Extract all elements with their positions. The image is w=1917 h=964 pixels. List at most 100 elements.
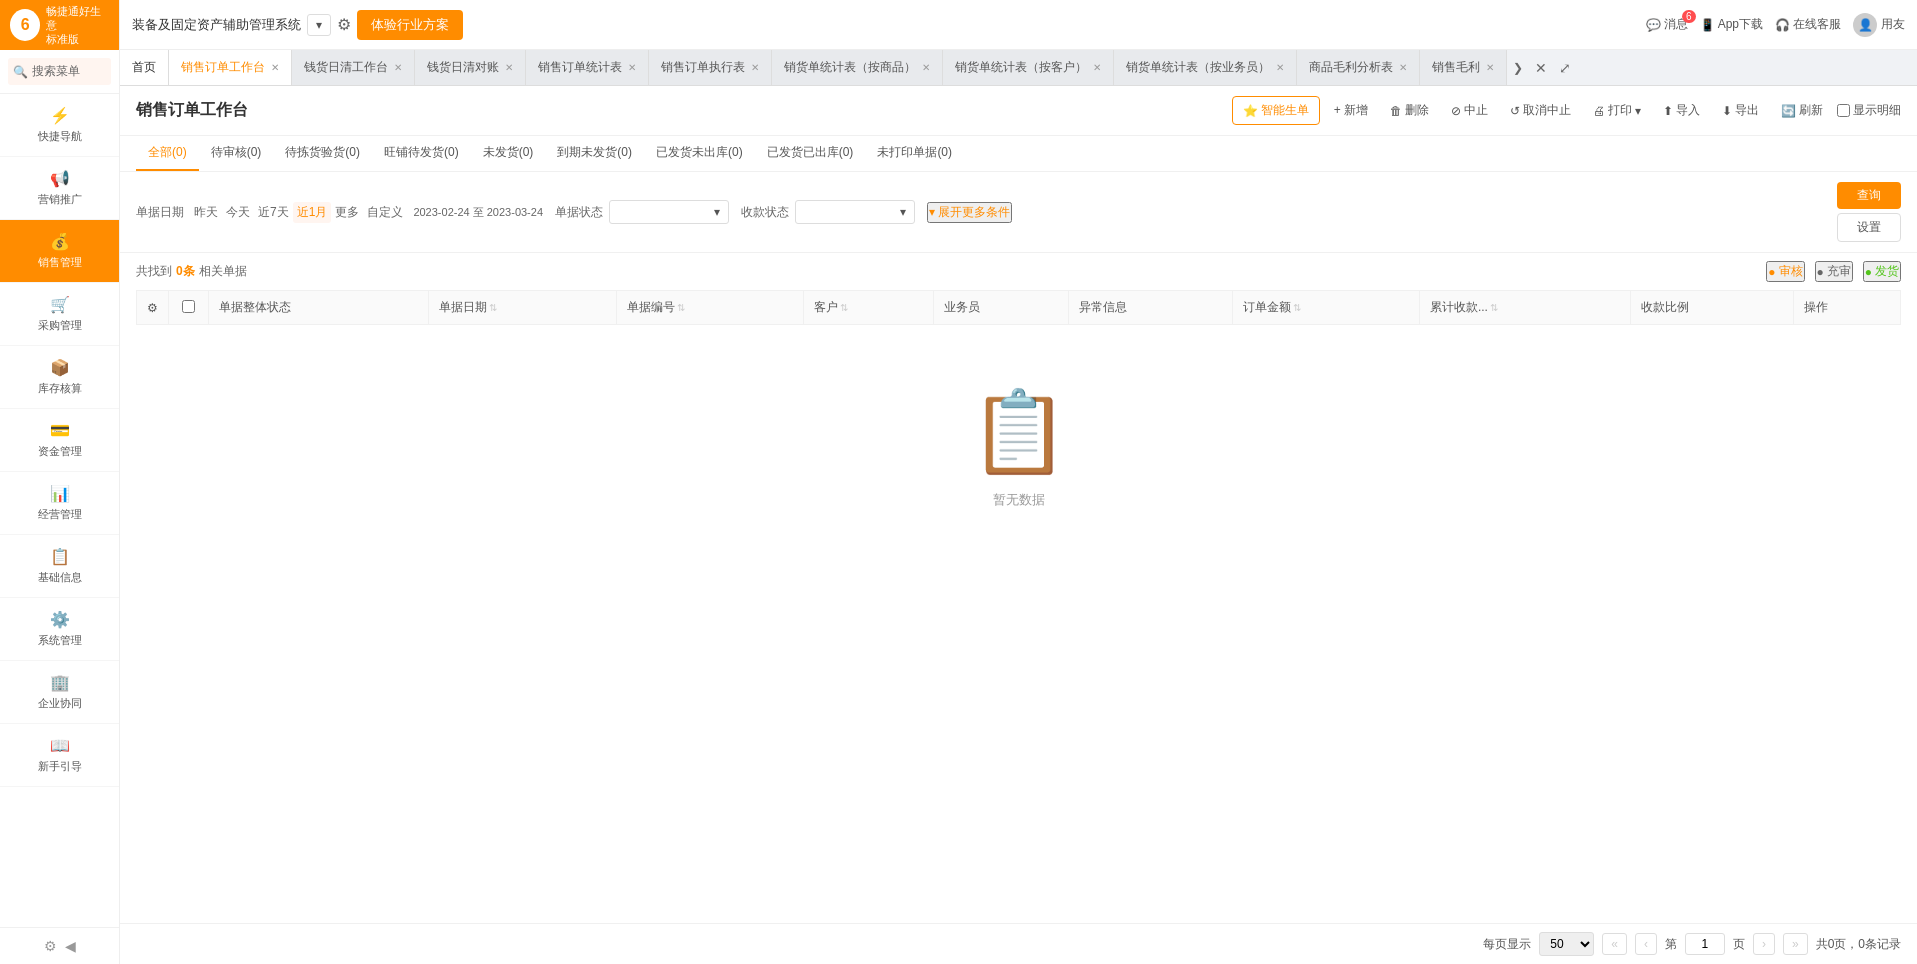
sidebar-item-guide[interactable]: 📖新手引导 xyxy=(0,724,119,787)
sub-tab-shipped-not-out[interactable]: 已发货未出库(0) xyxy=(644,136,755,171)
sub-tab-label-wangpu-pending: 旺铺待发货(0) xyxy=(384,145,459,159)
tab-close-sales-stat[interactable]: ✕ xyxy=(628,62,636,73)
date-option-近1月[interactable]: 近1月 xyxy=(293,202,332,223)
cancel-suspend-button[interactable]: ↺ 取消中止 xyxy=(1502,98,1579,123)
user-info[interactable]: 👤 用友 xyxy=(1853,13,1905,37)
tab-sales-stat-customer[interactable]: 销货单统计表（按客户）✕ xyxy=(943,50,1114,86)
sidebar-item-base[interactable]: 📋基础信息 xyxy=(0,535,119,598)
tab-sales-stat[interactable]: 销售订单统计表✕ xyxy=(526,50,649,86)
tab-sales-exec[interactable]: 销售订单执行表 ✕ xyxy=(649,50,772,86)
tabs-close-all-button[interactable]: ✕ xyxy=(1529,60,1553,76)
message-action[interactable]: 💬 消息 6 xyxy=(1646,16,1688,33)
expand-filter-button[interactable]: ▾ 展开更多条件 xyxy=(927,202,1012,223)
tab-sales-gain[interactable]: 销售毛利✕ xyxy=(1420,50,1507,86)
payment-select[interactable]: ▾ xyxy=(795,200,915,224)
sub-tab-not-shipped[interactable]: 未发货(0) xyxy=(471,136,546,171)
page-size-select[interactable]: 50 10 20 100 xyxy=(1539,932,1594,956)
industry-button[interactable]: 体验行业方案 xyxy=(357,10,463,40)
sidebar-item-inventory[interactable]: 📦库存核算 xyxy=(0,346,119,409)
revoke-button[interactable]: ● 充审 xyxy=(1815,261,1853,282)
sub-tab-wangpu-pending[interactable]: 旺铺待发货(0) xyxy=(372,136,471,171)
sidebar-item-purchase[interactable]: 🛒采购管理 xyxy=(0,283,119,346)
sidebar-item-system[interactable]: ⚙️系统管理 xyxy=(0,598,119,661)
online-service-action[interactable]: 🎧 在线客服 xyxy=(1775,16,1841,33)
tab-cash-daily[interactable]: 钱货日清工作台✕ xyxy=(292,50,415,86)
sub-tab-pending-review[interactable]: 待审核(0) xyxy=(199,136,274,171)
tab-close-sales-gain[interactable]: ✕ xyxy=(1486,62,1494,73)
tabs-expand-button[interactable]: ⤢ xyxy=(1553,60,1577,76)
import-button[interactable]: ⬆ 导入 xyxy=(1655,98,1708,123)
tab-close-cash-daily[interactable]: ✕ xyxy=(394,62,402,73)
tab-label-sales-exec: 销售订单执行表 xyxy=(661,59,745,76)
nav-label-sales: 销售管理 xyxy=(38,255,82,270)
sidebar-item-sales[interactable]: 💰销售管理 xyxy=(0,220,119,283)
system-dropdown-button[interactable]: ▾ xyxy=(307,14,331,36)
send-button[interactable]: ● 发货 xyxy=(1863,261,1901,282)
sidebar-item-enterprise[interactable]: 🏢企业协同 xyxy=(0,661,119,724)
refresh-button[interactable]: 🔄 刷新 xyxy=(1773,98,1831,123)
export-button[interactable]: ⬇ 导出 xyxy=(1714,98,1767,123)
nav-label-guide: 新手引导 xyxy=(38,759,82,774)
tab-close-cash-reconcile[interactable]: ✕ xyxy=(505,62,513,73)
show-detail-checkbox[interactable]: 显示明细 xyxy=(1837,102,1901,119)
date-option-今天[interactable]: 今天 xyxy=(222,202,254,223)
date-option-更多[interactable]: 更多 xyxy=(331,202,363,223)
sidebar-item-operations[interactable]: 📊经营管理 xyxy=(0,472,119,535)
search-menu-button[interactable]: 🔍 搜索菜单 xyxy=(8,58,111,85)
tab-close-sales-stat-customer[interactable]: ✕ xyxy=(1093,62,1101,73)
settings-icon-button[interactable]: ⚙ xyxy=(44,938,57,954)
date-sort-icon[interactable]: ⇅ xyxy=(489,302,497,313)
sub-tab-not-printed[interactable]: 未打印单据(0) xyxy=(865,136,964,171)
prev-page-button[interactable]: ‹ xyxy=(1635,933,1657,955)
nav-icon-finance: 💳 xyxy=(50,421,70,440)
operation-col-header: 操作 xyxy=(1794,291,1901,325)
number-sort-icon[interactable]: ⇅ xyxy=(677,302,685,313)
topbar: 装备及固定资产辅助管理系统 ▾ ⚙ 体验行业方案 💬 消息 6 📱 App下载 … xyxy=(120,0,1917,50)
tab-close-gross-profit[interactable]: ✕ xyxy=(1399,62,1407,73)
tab-close-sales-exec[interactable]: ✕ xyxy=(751,62,759,73)
last-page-button[interactable]: » xyxy=(1783,933,1808,955)
sub-tab-shipped-out[interactable]: 已发货已出库(0) xyxy=(755,136,866,171)
tab-home[interactable]: 首页 xyxy=(120,50,169,86)
collapse-icon-button[interactable]: ◀ xyxy=(65,938,76,954)
sidebar-item-marketing[interactable]: 📢营销推广 xyxy=(0,157,119,220)
status-select[interactable]: ▾ xyxy=(609,200,729,224)
first-page-button[interactable]: « xyxy=(1602,933,1627,955)
collected-sort-icon[interactable]: ⇅ xyxy=(1490,302,1498,313)
page-number-input[interactable] xyxy=(1685,933,1725,955)
tab-cash-reconcile[interactable]: 钱货日清对账✕ xyxy=(415,50,526,86)
gear-button[interactable]: ⚙ xyxy=(337,15,351,34)
tab-sales-stat-product[interactable]: 销货单统计表（按商品）✕ xyxy=(772,50,943,86)
date-option-昨天[interactable]: 昨天 xyxy=(190,202,222,223)
sub-tab-pending-inspect[interactable]: 待拣货验货(0) xyxy=(273,136,372,171)
sidebar-item-finance[interactable]: 💳资金管理 xyxy=(0,409,119,472)
ai-generate-button[interactable]: ⭐ 智能生单 xyxy=(1232,96,1320,125)
sidebar-nav: ⚡快捷导航📢营销推广💰销售管理🛒采购管理📦库存核算💳资金管理📊经营管理📋基础信息… xyxy=(0,94,119,787)
select-all-checkbox[interactable] xyxy=(182,300,195,313)
tab-close-sales-stat-salesman[interactable]: ✕ xyxy=(1276,62,1284,73)
query-button[interactable]: 查询 xyxy=(1837,182,1901,209)
delete-button[interactable]: 🗑 删除 xyxy=(1382,98,1437,123)
print-button[interactable]: 🖨 打印 ▾ xyxy=(1585,98,1649,123)
amount-sort-icon[interactable]: ⇅ xyxy=(1293,302,1301,313)
tab-sales-order[interactable]: 销售订单工作台✕ xyxy=(169,50,292,86)
tab-close-sales-stat-product[interactable]: ✕ xyxy=(922,62,930,73)
next-page-button[interactable]: › xyxy=(1753,933,1775,955)
sub-tab-all[interactable]: 全部(0) xyxy=(136,136,199,171)
add-button[interactable]: + 新增 xyxy=(1326,98,1376,123)
suspend-button[interactable]: ⊘ 中止 xyxy=(1443,98,1496,123)
sidebar-item-quick-nav[interactable]: ⚡快捷导航 xyxy=(0,94,119,157)
nav-label-base: 基础信息 xyxy=(38,570,82,585)
date-option-自定义[interactable]: 自定义 xyxy=(363,202,407,223)
app-download-action[interactable]: 📱 App下载 xyxy=(1700,16,1763,33)
tab-gross-profit[interactable]: 商品毛利分析表✕ xyxy=(1297,50,1420,86)
set-button[interactable]: 设置 xyxy=(1837,213,1901,242)
sub-tab-expired-not-shipped[interactable]: 到期未发货(0) xyxy=(545,136,644,171)
tab-sales-stat-salesman[interactable]: 销货单统计表（按业务员）✕ xyxy=(1114,50,1297,86)
date-option-近7天[interactable]: 近7天 xyxy=(254,202,293,223)
customer-sort-icon[interactable]: ⇅ xyxy=(840,302,848,313)
logo-icon: 6 xyxy=(10,9,40,41)
tabs-more-button[interactable]: ❯ xyxy=(1507,61,1529,75)
tab-close-sales-order[interactable]: ✕ xyxy=(271,62,279,73)
audit-button[interactable]: ● 审核 xyxy=(1766,261,1804,282)
